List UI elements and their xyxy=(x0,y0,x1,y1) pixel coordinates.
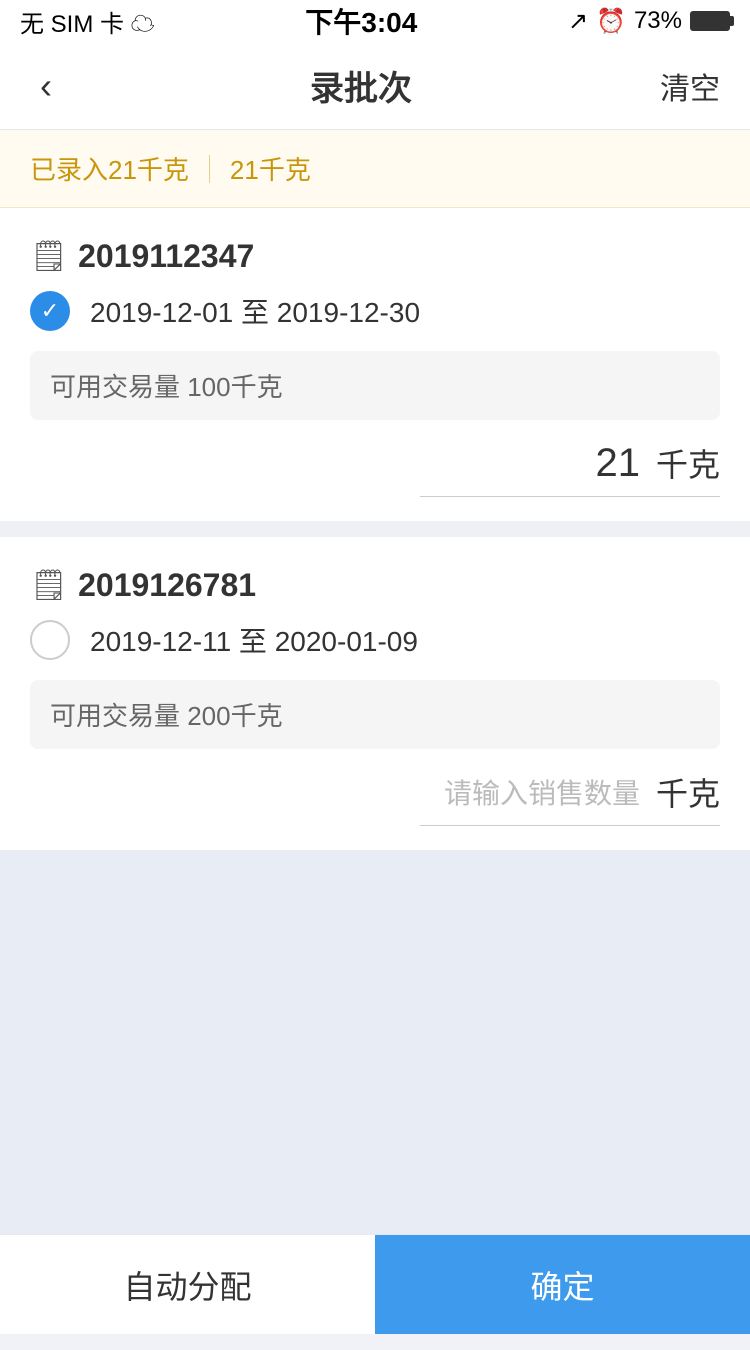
sim-label: 无 SIM 卡 ☁ xyxy=(20,4,155,39)
batch-id-1: 2019112347 xyxy=(78,238,254,275)
location-icon: ↗ xyxy=(568,7,588,36)
status-bar: 无 SIM 卡 ☁ 下午3:04 ↗ ⏰ 73% xyxy=(0,0,750,42)
bottom-bar: 自动分配 确定 xyxy=(0,1234,750,1334)
batch-available-1: 可用交易量 100千克 xyxy=(30,351,720,420)
batch-available-2: 可用交易量 200千克 xyxy=(30,680,720,749)
qty-underline-2: 请输入销售数量 千克 xyxy=(420,769,720,826)
batch-item-2: 🗒 2019126781 2019-12-11 至 2020-01-09 可用交… xyxy=(0,537,750,850)
doc-icon-2: 🗒 xyxy=(30,568,68,603)
batch-row-2[interactable]: 2019-12-11 至 2020-01-09 xyxy=(30,620,720,660)
batch-date-2: 2019-12-11 至 2020-01-09 xyxy=(90,620,418,660)
doc-icon-1: 🗒 xyxy=(30,239,68,274)
status-right: ↗ ⏰ 73% xyxy=(568,7,730,36)
info-divider xyxy=(209,155,210,183)
clear-button[interactable]: 清空 xyxy=(660,64,720,108)
radio-checked-1[interactable]: ✓ xyxy=(30,291,70,331)
alarm-icon: ⏰ xyxy=(596,7,626,36)
recorded-value: 21千克 xyxy=(230,150,311,187)
qty-underline-1: 21 千克 xyxy=(420,440,720,497)
batch-qty-row-2: 请输入销售数量 千克 xyxy=(420,769,720,825)
auto-distribute-button[interactable]: 自动分配 xyxy=(0,1235,375,1334)
batch-date-1: 2019-12-01 至 2019-12-30 xyxy=(90,291,420,331)
qty-value-1[interactable]: 21 xyxy=(520,441,640,486)
status-time: 下午3:04 xyxy=(305,1,417,41)
confirm-button[interactable]: 确定 xyxy=(375,1235,750,1334)
checkmark-1: ✓ xyxy=(41,298,59,324)
recorded-label: 已录入21千克 xyxy=(30,150,189,187)
batch-divider-1 xyxy=(0,521,750,537)
batch-header-1: 🗒 2019112347 xyxy=(30,238,720,275)
gray-area xyxy=(0,850,750,1250)
radio-unchecked-2[interactable] xyxy=(30,620,70,660)
qty-unit-2: 千克 xyxy=(656,769,720,815)
status-left: 无 SIM 卡 ☁ xyxy=(20,4,155,39)
content-scroll: 🗒 2019112347 ✓ 2019-12-01 至 2019-12-30 可… xyxy=(0,208,750,1350)
info-banner: 已录入21千克 21千克 xyxy=(0,130,750,208)
batch-item-1: 🗒 2019112347 ✓ 2019-12-01 至 2019-12-30 可… xyxy=(0,208,750,521)
batch-row-1[interactable]: ✓ 2019-12-01 至 2019-12-30 xyxy=(30,291,720,331)
battery-label: 73% xyxy=(634,7,682,35)
batch-header-2: 🗒 2019126781 xyxy=(30,567,720,604)
batch-id-2: 2019126781 xyxy=(78,567,256,604)
page-title: 录批次 xyxy=(310,61,412,110)
nav-bar: ‹ 录批次 清空 xyxy=(0,42,750,130)
qty-placeholder-2[interactable]: 请输入销售数量 xyxy=(444,772,640,812)
battery-icon xyxy=(690,11,730,31)
batch-qty-row-1: 21 千克 xyxy=(420,440,720,496)
qty-unit-1: 千克 xyxy=(656,440,720,486)
back-button[interactable]: ‹ xyxy=(30,55,62,117)
